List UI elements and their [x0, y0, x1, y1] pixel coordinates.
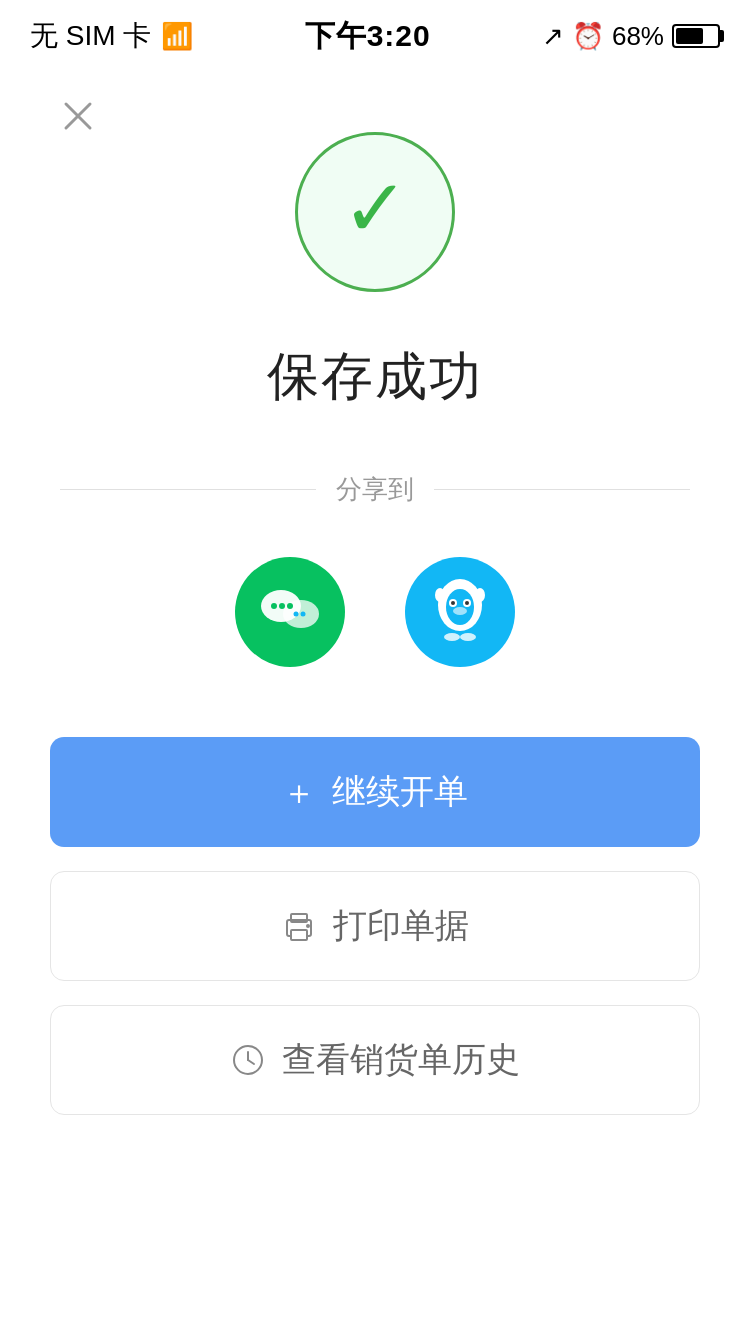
status-right: ↗ ⏰ 68%	[542, 21, 720, 52]
main-content: ✓ 保存成功 分享到	[0, 72, 750, 1115]
action-buttons-container: ＋ 继续开单 打印单据 查看销货单历史	[0, 737, 750, 1115]
continue-order-label: 继续开单	[332, 769, 468, 815]
close-icon	[60, 98, 96, 134]
share-divider: 分享到	[0, 472, 750, 507]
no-sim-label: 无 SIM 卡	[30, 17, 151, 55]
svg-point-23	[306, 924, 310, 928]
svg-point-19	[460, 633, 476, 641]
print-receipt-button[interactable]: 打印单据	[50, 871, 700, 981]
svg-rect-21	[291, 930, 307, 940]
svg-point-15	[453, 607, 467, 615]
success-circle: ✓	[295, 132, 455, 292]
svg-point-7	[294, 612, 299, 617]
plus-icon: ＋	[282, 775, 316, 809]
svg-point-5	[279, 603, 285, 609]
view-history-label: 查看销货单历史	[282, 1037, 520, 1083]
qq-share-button[interactable]	[405, 557, 515, 667]
svg-point-13	[451, 601, 455, 605]
alarm-icon: ⏰	[572, 21, 604, 52]
location-icon: ↗	[542, 21, 564, 52]
svg-point-14	[465, 601, 469, 605]
checkmark-icon: ✓	[342, 169, 409, 249]
status-bar: 无 SIM 卡 📶 下午3:20 ↗ ⏰ 68%	[0, 0, 750, 72]
battery-fill	[676, 28, 703, 44]
svg-point-8	[301, 612, 306, 617]
printer-icon	[281, 908, 317, 944]
share-label: 分享到	[316, 472, 434, 507]
continue-order-button[interactable]: ＋ 继续开单	[50, 737, 700, 847]
close-button[interactable]	[50, 88, 106, 144]
share-icons-container	[235, 557, 515, 667]
svg-point-4	[271, 603, 277, 609]
qq-icon	[430, 577, 490, 647]
print-receipt-label: 打印单据	[333, 903, 469, 949]
success-title: 保存成功	[267, 342, 483, 412]
battery-percent: 68%	[612, 21, 664, 52]
svg-line-26	[248, 1060, 254, 1064]
battery-icon	[672, 24, 720, 48]
svg-point-6	[287, 603, 293, 609]
status-left: 无 SIM 卡 📶	[30, 17, 193, 55]
time-display: 下午3:20	[305, 16, 431, 57]
svg-point-17	[475, 588, 485, 602]
svg-point-16	[435, 588, 445, 602]
wechat-share-button[interactable]	[235, 557, 345, 667]
divider-right	[434, 489, 690, 490]
divider-left	[60, 489, 316, 490]
svg-point-18	[444, 633, 460, 641]
wechat-icon	[259, 586, 321, 638]
wifi-icon: 📶	[161, 21, 193, 52]
view-history-button[interactable]: 查看销货单历史	[50, 1005, 700, 1115]
clock-icon	[230, 1042, 266, 1078]
